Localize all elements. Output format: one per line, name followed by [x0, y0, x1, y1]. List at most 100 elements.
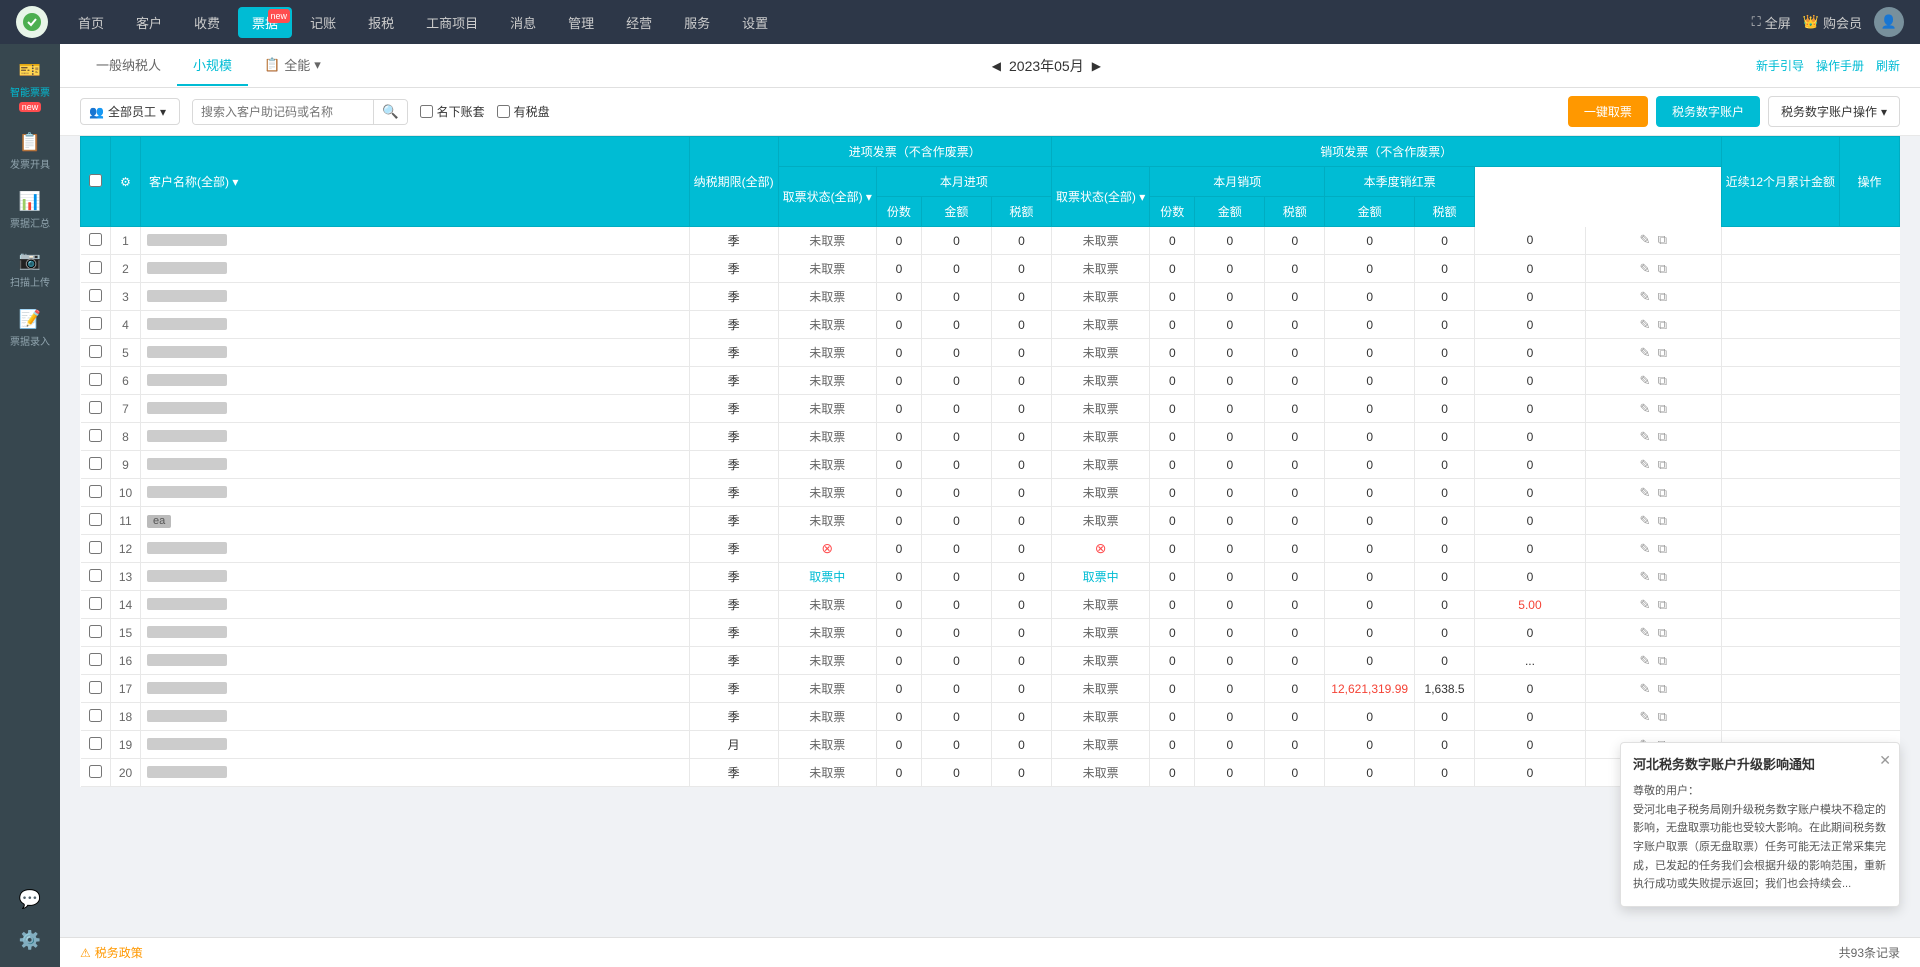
tab-general-taxpayer[interactable]: 一般纳税人	[80, 45, 177, 86]
fullscreen-btn[interactable]: ⛶ 全屏	[1752, 13, 1791, 32]
copy-btn[interactable]: ⧉	[1658, 289, 1667, 304]
edit-btn[interactable]: ✎	[1639, 429, 1650, 444]
th-in-status[interactable]: 取票状态(全部) ▾	[778, 167, 876, 227]
edit-btn[interactable]: ✎	[1639, 653, 1650, 668]
th-tax-period[interactable]: 纳税期限(全部)	[689, 137, 778, 227]
edit-btn[interactable]: ✎	[1639, 345, 1650, 360]
edit-btn[interactable]: ✎	[1639, 709, 1650, 724]
row-customer-name[interactable]	[141, 647, 690, 675]
row-checkbox[interactable]	[89, 569, 102, 582]
row-customer-name[interactable]	[141, 479, 690, 507]
tab-all[interactable]: 📋 全能 ▾	[248, 45, 337, 86]
edit-btn[interactable]: ✎	[1639, 513, 1650, 528]
down-account-checkbox-label[interactable]: 名下账套	[420, 103, 485, 120]
edit-btn[interactable]: ✎	[1639, 597, 1650, 612]
row-customer-name[interactable]	[141, 675, 690, 703]
nav-message[interactable]: 消息	[496, 7, 550, 38]
row-checkbox[interactable]	[89, 345, 102, 358]
copy-btn[interactable]: ⧉	[1658, 485, 1667, 500]
edit-btn[interactable]: ✎	[1639, 569, 1650, 584]
employee-filter[interactable]: 👥 全部员工 ▾	[80, 98, 180, 125]
row-customer-name[interactable]	[141, 759, 690, 787]
row-customer-name[interactable]	[141, 423, 690, 451]
copy-btn[interactable]: ⧉	[1658, 653, 1667, 668]
refresh-btn[interactable]: 刷新	[1876, 57, 1900, 74]
row-customer-name[interactable]	[141, 339, 690, 367]
nav-accounting[interactable]: 记账	[296, 7, 350, 38]
next-month-btn[interactable]: ▶	[1092, 59, 1101, 73]
row-checkbox[interactable]	[89, 513, 102, 526]
manual-btn[interactable]: 操作手册	[1816, 57, 1864, 74]
copy-btn[interactable]: ⧉	[1658, 569, 1667, 584]
edit-btn[interactable]: ✎	[1639, 457, 1650, 472]
member-btn[interactable]: 👑 购会员	[1803, 13, 1862, 32]
copy-btn[interactable]: ⧉	[1658, 401, 1667, 416]
row-customer-name[interactable]	[141, 535, 690, 563]
tax-policy-link[interactable]: ⚠ 税务政策	[80, 944, 143, 961]
row-checkbox[interactable]	[89, 429, 102, 442]
copy-btn[interactable]: ⧉	[1658, 625, 1667, 640]
row-customer-name[interactable]	[141, 703, 690, 731]
copy-btn[interactable]: ⧉	[1658, 513, 1667, 528]
tax-digital-btn[interactable]: 税务数字账户	[1656, 96, 1760, 127]
nav-service[interactable]: 服务	[670, 7, 724, 38]
sidebar-item-invoice-entry[interactable]: 📝 票据录入	[2, 301, 58, 356]
tab-small-scale[interactable]: 小规模	[177, 45, 248, 86]
copy-btn[interactable]: ⧉	[1658, 317, 1667, 332]
prev-month-btn[interactable]: ◀	[992, 59, 1001, 73]
row-customer-name[interactable]	[141, 619, 690, 647]
row-customer-name[interactable]: ea	[141, 507, 690, 535]
nav-home[interactable]: 首页	[64, 7, 118, 38]
nav-tax[interactable]: 报税	[354, 7, 408, 38]
nav-operation[interactable]: 经营	[612, 7, 666, 38]
notification-close-btn[interactable]: ✕	[1879, 749, 1891, 771]
edit-btn[interactable]: ✎	[1639, 289, 1650, 304]
tax-digital-op-btn[interactable]: 税务数字账户操作 ▾	[1768, 96, 1900, 127]
sidebar-item-open-invoice[interactable]: 📋 发票开具	[2, 124, 58, 179]
nav-manage[interactable]: 管理	[554, 7, 608, 38]
th-out-status[interactable]: 取票状态(全部) ▾	[1051, 167, 1149, 227]
row-checkbox[interactable]	[89, 261, 102, 274]
row-customer-name[interactable]	[141, 591, 690, 619]
select-all-checkbox[interactable]	[89, 174, 102, 187]
row-customer-name[interactable]	[141, 731, 690, 759]
row-checkbox[interactable]	[89, 737, 102, 750]
edit-btn[interactable]: ✎	[1639, 261, 1650, 276]
row-customer-name[interactable]	[141, 395, 690, 423]
sidebar-item-scan-upload[interactable]: 📷 扫描上传	[2, 242, 58, 297]
row-checkbox[interactable]	[89, 373, 102, 386]
nav-settings[interactable]: 设置	[728, 7, 782, 38]
row-checkbox[interactable]	[89, 625, 102, 638]
user-avatar[interactable]: 👤	[1874, 7, 1904, 37]
edit-btn[interactable]: ✎	[1639, 232, 1650, 247]
copy-btn[interactable]: ⧉	[1658, 597, 1667, 612]
one-key-btn[interactable]: 一键取票	[1568, 96, 1648, 127]
down-account-checkbox[interactable]	[420, 105, 433, 118]
row-customer-name[interactable]	[141, 367, 690, 395]
edit-btn[interactable]: ✎	[1639, 541, 1650, 556]
row-customer-name[interactable]	[141, 451, 690, 479]
nav-customer[interactable]: 客户	[122, 7, 176, 38]
row-customer-name[interactable]	[141, 563, 690, 591]
nav-business[interactable]: 工商项目	[412, 7, 492, 38]
row-checkbox[interactable]	[89, 681, 102, 694]
row-checkbox[interactable]	[89, 457, 102, 470]
row-checkbox[interactable]	[89, 401, 102, 414]
copy-btn[interactable]: ⧉	[1658, 261, 1667, 276]
row-customer-name[interactable]	[141, 227, 690, 255]
row-customer-name[interactable]	[141, 255, 690, 283]
sidebar-item-smart-invoice[interactable]: 🎫 智能票票 new	[2, 52, 58, 120]
row-checkbox[interactable]	[89, 233, 102, 246]
copy-btn[interactable]: ⧉	[1658, 429, 1667, 444]
search-input[interactable]	[193, 100, 373, 124]
copy-btn[interactable]: ⧉	[1658, 373, 1667, 388]
copy-btn[interactable]: ⧉	[1658, 709, 1667, 724]
copy-btn[interactable]: ⧉	[1658, 232, 1667, 247]
row-checkbox[interactable]	[89, 709, 102, 722]
copy-btn[interactable]: ⧉	[1658, 681, 1667, 696]
nav-fees[interactable]: 收费	[180, 7, 234, 38]
row-checkbox[interactable]	[89, 765, 102, 778]
row-checkbox[interactable]	[89, 485, 102, 498]
sidebar-item-settings[interactable]: ⚙️	[2, 922, 58, 959]
row-checkbox[interactable]	[89, 317, 102, 330]
